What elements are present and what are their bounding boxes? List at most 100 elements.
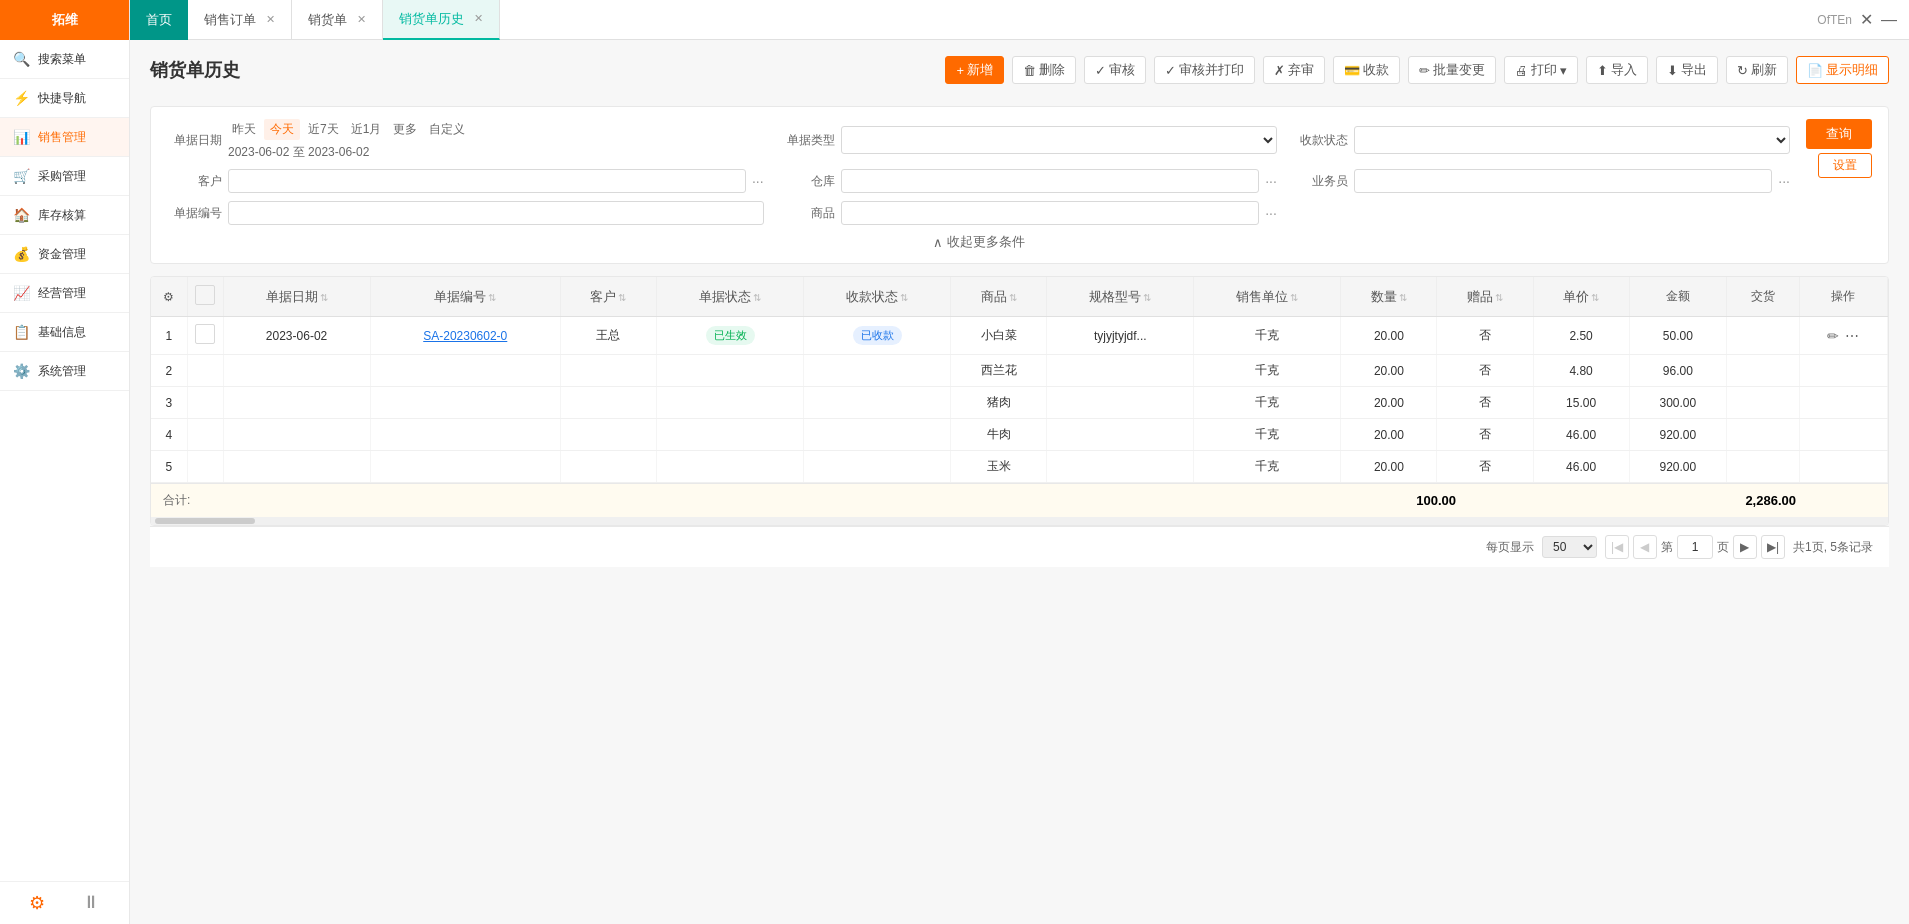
- page-prev-btn[interactable]: ◀: [1633, 535, 1657, 559]
- doc-no-link[interactable]: SA-20230602-0: [423, 329, 507, 343]
- date-custom-btn[interactable]: 自定义: [425, 119, 469, 140]
- goods-dots-icon[interactable]: ···: [1265, 205, 1277, 221]
- sidebar-collapse-icon[interactable]: ⏸: [82, 892, 100, 914]
- row-checkbox[interactable]: [195, 324, 215, 344]
- page-first-btn[interactable]: |◀: [1605, 535, 1629, 559]
- date-more-btn[interactable]: 更多: [389, 119, 421, 140]
- row-sale-unit: 千克: [1194, 419, 1341, 451]
- row-check-cell[interactable]: [187, 451, 223, 483]
- more-action-icon[interactable]: ⋯: [1845, 328, 1859, 344]
- select-all-checkbox[interactable]: [195, 285, 215, 305]
- page-next-btn[interactable]: ▶: [1733, 535, 1757, 559]
- receipt-status-select[interactable]: [1354, 126, 1790, 154]
- tab-close-sales-goods-history[interactable]: ✕: [474, 12, 483, 25]
- sidebar-item-purchase-mgmt[interactable]: 🛒 采购管理: [0, 157, 129, 196]
- col-doc-no[interactable]: 单据编号⇅: [370, 277, 560, 317]
- page-size-select[interactable]: 50 100 200: [1542, 536, 1597, 558]
- tab-close-sales-goods[interactable]: ✕: [357, 13, 366, 26]
- refresh-button[interactable]: ↻ 刷新: [1726, 56, 1788, 84]
- collapse-button[interactable]: ∧ 收起更多条件: [167, 233, 1790, 251]
- warehouse-filter-label: 仓库: [780, 173, 835, 190]
- warehouse-dots-icon[interactable]: ···: [1265, 173, 1277, 189]
- audit-button[interactable]: ✓ 审核: [1084, 56, 1146, 84]
- gear-icon: ⚙️: [12, 362, 30, 380]
- row-spec-type: [1047, 355, 1194, 387]
- tab-close-sales-order[interactable]: ✕: [266, 13, 275, 26]
- sidebar-item-finance-mgmt[interactable]: 💰 资金管理: [0, 235, 129, 274]
- page-last-btn[interactable]: ▶|: [1761, 535, 1785, 559]
- window-close-icon[interactable]: ✕: [1860, 10, 1873, 29]
- col-unit-price[interactable]: 单价⇅: [1533, 277, 1629, 317]
- date-today-btn[interactable]: 今天: [264, 119, 300, 140]
- warehouse-filter-input[interactable]: [841, 169, 1260, 193]
- tab-sales-order[interactable]: 销售订单 ✕: [188, 0, 292, 40]
- doc-type-select[interactable]: [841, 126, 1277, 154]
- col-gear[interactable]: ⚙: [151, 277, 187, 317]
- page-number-input[interactable]: [1677, 535, 1713, 559]
- row-check-cell[interactable]: [187, 317, 223, 355]
- batch-change-button[interactable]: ✏ 批量变更: [1408, 56, 1496, 84]
- col-sale-unit[interactable]: 销售单位⇅: [1194, 277, 1341, 317]
- settings-button[interactable]: 设置: [1818, 153, 1872, 178]
- tab-sales-goods-history[interactable]: 销货单历史 ✕: [383, 0, 500, 40]
- row-goods: 牛肉: [951, 419, 1047, 451]
- col-doc-date[interactable]: 单据日期⇅: [223, 277, 370, 317]
- tab-sales-goods[interactable]: 销货单 ✕: [292, 0, 383, 40]
- scrollbar-thumb[interactable]: [155, 518, 255, 524]
- sidebar-item-inventory[interactable]: 🏠 库存核算: [0, 196, 129, 235]
- row-quantity: 20.00: [1341, 451, 1437, 483]
- row-amount: 50.00: [1629, 317, 1726, 355]
- tab-home[interactable]: 首页: [130, 0, 188, 40]
- sidebar-item-quick-nav[interactable]: ⚡ 快捷导航: [0, 79, 129, 118]
- sort-doc-status-icon: ⇅: [753, 292, 761, 303]
- horizontal-scrollbar[interactable]: [151, 517, 1888, 525]
- delete-button[interactable]: 🗑 删除: [1012, 56, 1076, 84]
- import-button[interactable]: ⬆ 导入: [1586, 56, 1648, 84]
- col-spec-type[interactable]: 规格型号⇅: [1047, 277, 1194, 317]
- date-7days-btn[interactable]: 近7天: [304, 119, 343, 140]
- edit-action-icon[interactable]: ✏: [1827, 328, 1839, 344]
- row-check-cell[interactable]: [187, 387, 223, 419]
- new-button[interactable]: + 新增: [945, 56, 1004, 84]
- import-icon: ⬆: [1597, 63, 1608, 78]
- col-check[interactable]: [187, 277, 223, 317]
- col-quantity[interactable]: 数量⇅: [1341, 277, 1437, 317]
- show-detail-button[interactable]: 📄 显示明细: [1796, 56, 1889, 84]
- col-customer[interactable]: 客户⇅: [560, 277, 656, 317]
- sidebar-item-operations-mgmt[interactable]: 📈 经营管理: [0, 274, 129, 313]
- goods-filter-input[interactable]: [841, 201, 1260, 225]
- audit-print-button[interactable]: ✓ 审核并打印: [1154, 56, 1255, 84]
- row-sale-unit: 千克: [1194, 451, 1341, 483]
- row-check-cell[interactable]: [187, 419, 223, 451]
- query-button[interactable]: 查询: [1806, 119, 1872, 149]
- row-doc-status: [657, 355, 804, 387]
- export-button[interactable]: ⬇ 导出: [1656, 56, 1718, 84]
- export-icon: ⬇: [1667, 63, 1678, 78]
- date-range-display: 2023-06-02 至 2023-06-02: [228, 144, 469, 161]
- window-minimize-icon[interactable]: —: [1881, 11, 1897, 29]
- sort-doc-date-icon: ⇅: [320, 292, 328, 303]
- salesperson-dots-icon[interactable]: ···: [1778, 173, 1790, 189]
- col-goods[interactable]: 商品⇅: [951, 277, 1047, 317]
- row-check-cell[interactable]: [187, 355, 223, 387]
- page-title: 销货单历史: [150, 58, 240, 82]
- col-receipt-status[interactable]: 收款状态⇅: [804, 277, 951, 317]
- doc-type-label: 单据类型: [780, 132, 835, 149]
- sidebar-item-search-menu[interactable]: 🔍 搜索菜单: [0, 40, 129, 79]
- receipt-button[interactable]: 💳 收款: [1333, 56, 1400, 84]
- col-doc-status[interactable]: 单据状态⇅: [657, 277, 804, 317]
- doc-no-filter-input[interactable]: [228, 201, 764, 225]
- salesperson-filter-input[interactable]: [1354, 169, 1773, 193]
- print-button[interactable]: 🖨 打印 ▾: [1504, 56, 1578, 84]
- customer-filter-input[interactable]: [228, 169, 746, 193]
- abandon-button[interactable]: ✗ 弃审: [1263, 56, 1325, 84]
- row-amount: 920.00: [1629, 451, 1726, 483]
- date-yesterday-btn[interactable]: 昨天: [228, 119, 260, 140]
- sidebar-item-sales-mgmt[interactable]: 📊 销售管理: [0, 118, 129, 157]
- sidebar-item-basic-info[interactable]: 📋 基础信息: [0, 313, 129, 352]
- col-gift[interactable]: 赠品⇅: [1437, 277, 1533, 317]
- sidebar-item-system-mgmt[interactable]: ⚙️ 系统管理: [0, 352, 129, 391]
- date-1month-btn[interactable]: 近1月: [347, 119, 386, 140]
- customer-dots-icon[interactable]: ···: [752, 173, 764, 189]
- sidebar-settings-icon[interactable]: ⚙: [29, 892, 45, 914]
